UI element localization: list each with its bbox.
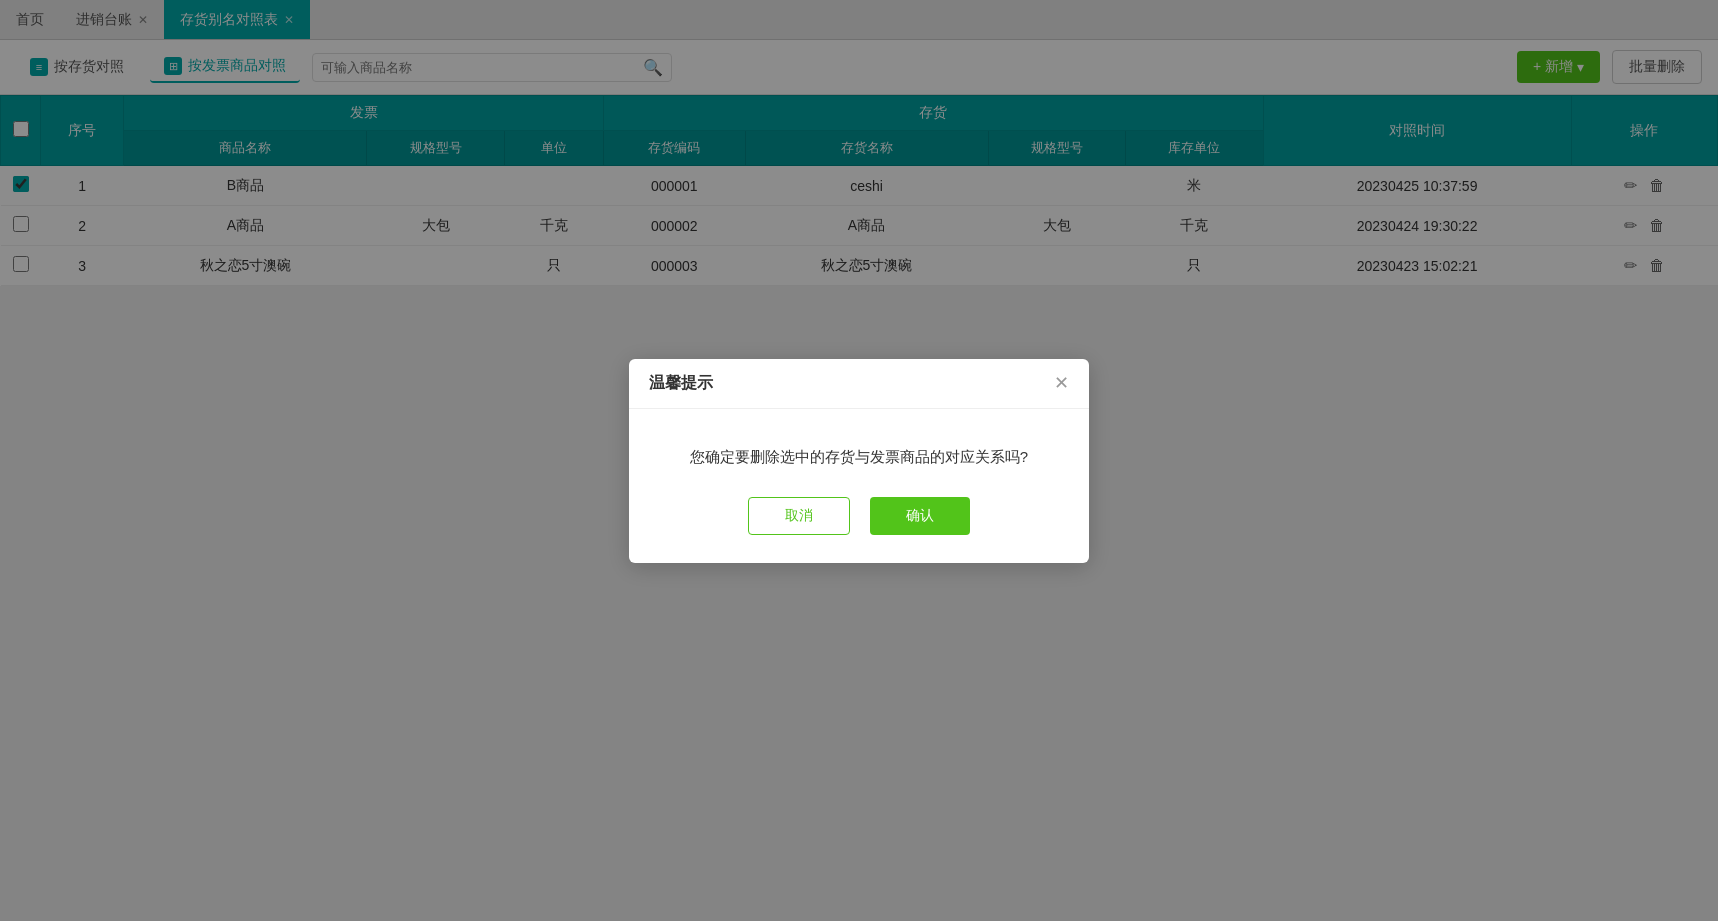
confirm-dialog-overlay: 温馨提示 ✕ 您确定要删除选中的存货与发票商品的对应关系吗? 取消 确认 bbox=[0, 0, 1718, 286]
